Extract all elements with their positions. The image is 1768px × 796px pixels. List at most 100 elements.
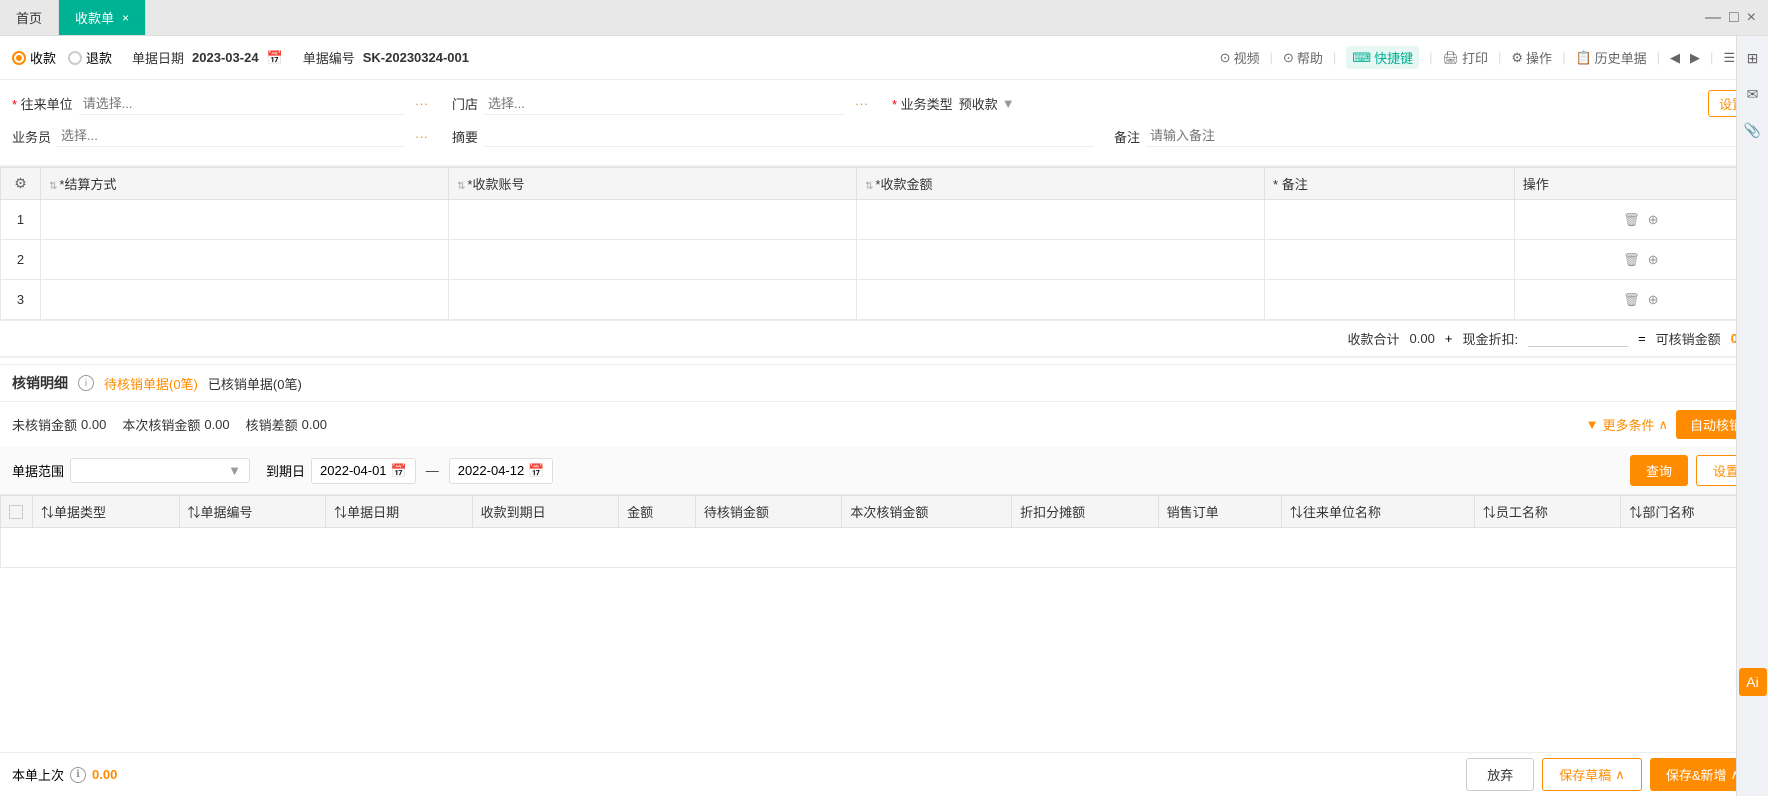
row-2-delete-icon[interactable]: 🗑 bbox=[1623, 252, 1640, 268]
pending-tab[interactable]: 待核销单据(0笔) bbox=[104, 374, 198, 393]
bill-no-field: 单据编号 SK-20230324-001 bbox=[303, 48, 469, 67]
salesperson-more-btn[interactable]: ··· bbox=[411, 129, 432, 144]
row-3-delete-icon[interactable]: 🗑 bbox=[1623, 292, 1640, 308]
salesperson-input[interactable] bbox=[57, 125, 405, 147]
tab-receipt-close[interactable]: × bbox=[122, 11, 129, 25]
window-minimize-btn[interactable]: — bbox=[1705, 9, 1721, 27]
tab-receipt[interactable]: 收款单 × bbox=[59, 0, 146, 35]
history-action[interactable]: 📋 历史单据 bbox=[1575, 48, 1646, 67]
main-container: 收款 退款 单据日期 2023-03-24 📅 单据编号 SK-20230324… bbox=[0, 36, 1768, 796]
counterpart-more-btn[interactable]: ··· bbox=[411, 96, 432, 111]
remark-input[interactable] bbox=[1146, 125, 1756, 147]
footer-info-icon[interactable]: ℹ bbox=[70, 767, 86, 783]
row-3-remark[interactable] bbox=[1265, 280, 1515, 320]
date-separator: — bbox=[426, 463, 439, 478]
salesperson-label: 业务员 bbox=[12, 127, 51, 146]
due-date-start-calendar-icon[interactable]: 📅 bbox=[391, 463, 407, 479]
verification-info-icon[interactable]: i bbox=[78, 375, 94, 391]
row-1-delete-icon[interactable]: 🗑 bbox=[1623, 212, 1640, 228]
summary-input[interactable] bbox=[484, 125, 1094, 147]
counterpart-input[interactable] bbox=[79, 93, 405, 115]
row-3-account[interactable] bbox=[449, 280, 857, 320]
window-maximize-btn[interactable]: □ bbox=[1729, 9, 1739, 27]
summary-label: 摘要 bbox=[452, 127, 478, 146]
bill-range-field: 单据范围 ▼ bbox=[12, 458, 250, 483]
nav-next[interactable]: ▶ bbox=[1690, 50, 1700, 66]
sidebar-attach-icon[interactable]: 📎 bbox=[1739, 116, 1767, 144]
radio-tuikuan[interactable]: 退款 bbox=[68, 48, 112, 67]
video-action[interactable]: ⊙ 视频 bbox=[1220, 48, 1260, 67]
row-3-amount[interactable] bbox=[857, 280, 1265, 320]
col-settings[interactable]: ⚙ bbox=[1, 168, 41, 200]
save-draft-button[interactable]: 保存草稿 ∧ bbox=[1542, 758, 1642, 791]
radio-shoukuan-dot bbox=[12, 51, 26, 65]
receipt-type-radio-group: 收款 退款 bbox=[12, 48, 112, 67]
print-label: 打印 bbox=[1462, 48, 1488, 67]
discount-input[interactable] bbox=[1528, 331, 1628, 347]
table-gear-icon[interactable]: ⚙ bbox=[14, 175, 27, 191]
save-new-label: 保存&新增 bbox=[1666, 765, 1727, 784]
store-input[interactable] bbox=[484, 93, 845, 115]
bill-range-select[interactable]: ▼ bbox=[70, 458, 250, 483]
due-date-start-input[interactable]: 2022-04-01 📅 bbox=[311, 458, 416, 484]
shortcut-action[interactable]: ⌨ 快捷键 bbox=[1346, 46, 1419, 69]
row-1-account[interactable] bbox=[449, 200, 857, 240]
row-3-copy-icon[interactable]: ⊕ bbox=[1648, 292, 1659, 308]
row-2-copy-icon[interactable]: ⊕ bbox=[1648, 252, 1659, 268]
biz-type-select[interactable]: 预收款 ▼ bbox=[959, 94, 1015, 113]
select-all-checkbox[interactable] bbox=[9, 505, 23, 519]
collection-total-value: 0.00 bbox=[1410, 331, 1435, 346]
shortcut-label: 快捷键 bbox=[1374, 48, 1413, 67]
table-wrap: ⚙ ⇅*结算方式 ⇅*收款账号 ⇅*收款金额 * 备注 操作 1 bbox=[0, 166, 1768, 320]
sort-bill-type-icon: ⇅ bbox=[41, 505, 54, 520]
sidebar-active-icon[interactable]: Ai bbox=[1739, 668, 1767, 696]
store-more-btn[interactable]: ··· bbox=[851, 96, 872, 111]
row-1-remark[interactable] bbox=[1265, 200, 1515, 240]
due-date-end-input[interactable]: 2022-04-12 📅 bbox=[449, 458, 554, 484]
row-3-settlement[interactable] bbox=[41, 280, 449, 320]
bill-date-calendar-icon[interactable]: 📅 bbox=[267, 50, 283, 66]
sort-bill-no-icon: ⇅ bbox=[188, 505, 201, 520]
help-icon: ⊙ bbox=[1283, 50, 1294, 66]
sidebar-table-icon[interactable]: ⊞ bbox=[1739, 44, 1767, 72]
row-2-action-btns: 🗑 ⊕ bbox=[1523, 252, 1759, 268]
row-3-num: 3 bbox=[1, 280, 41, 320]
window-close-btn[interactable]: × bbox=[1747, 9, 1756, 27]
row-2-remark[interactable] bbox=[1265, 240, 1515, 280]
row-1-amount[interactable] bbox=[857, 200, 1265, 240]
footer-left: 本单上次 ℹ 0.00 bbox=[12, 765, 117, 784]
bill-date-label: 单据日期 bbox=[132, 48, 184, 67]
layout-list[interactable]: ☰ bbox=[1723, 50, 1735, 66]
bill-range-label: 单据范围 bbox=[12, 461, 64, 480]
col-amount: ⇅*收款金额 bbox=[857, 168, 1265, 200]
nav-prev[interactable]: ◀ bbox=[1670, 50, 1680, 66]
ops-action[interactable]: ⚙ 操作 bbox=[1511, 48, 1552, 67]
col-settlement: ⇅*结算方式 bbox=[41, 168, 449, 200]
tab-home[interactable]: 首页 bbox=[0, 0, 59, 35]
verification-section: 核销明细 i 待核销单据(0笔) 已核销单据(0笔) 未核销金额 0.00 本次… bbox=[0, 364, 1768, 568]
radio-shoukuan[interactable]: 收款 bbox=[12, 48, 56, 67]
row-2-account[interactable] bbox=[449, 240, 857, 280]
row-2-settlement[interactable] bbox=[41, 240, 449, 280]
col-sales-order: 销售订单 bbox=[1158, 496, 1281, 528]
row-1-copy-icon[interactable]: ⊕ bbox=[1648, 212, 1659, 228]
sidebar-mail-icon[interactable]: ✉ bbox=[1739, 80, 1767, 108]
help-action[interactable]: ⊙ 帮助 bbox=[1283, 48, 1323, 67]
footer-order-value: 0.00 bbox=[92, 767, 117, 782]
row-2-amount[interactable] bbox=[857, 240, 1265, 280]
due-date-end-calendar-icon[interactable]: 📅 bbox=[528, 463, 544, 479]
abandon-button[interactable]: 放弃 bbox=[1466, 758, 1534, 791]
col-counterpart: ⇅往来单位名称 bbox=[1281, 496, 1474, 528]
discount-label: 现金折扣: bbox=[1462, 329, 1518, 348]
table-row: 1 🗑 ⊕ bbox=[1, 200, 1768, 240]
row-3-action-btns: 🗑 ⊕ bbox=[1523, 292, 1759, 308]
query-button[interactable]: 查询 bbox=[1630, 455, 1688, 486]
more-conditions-btn[interactable]: ▼ 更多条件 ∧ bbox=[1586, 415, 1668, 434]
col-amount: 金额 bbox=[619, 496, 696, 528]
ops-label: 操作 bbox=[1526, 48, 1552, 67]
due-date-label: 到期日 bbox=[266, 461, 305, 480]
bottom-table: ⇅单据类型 ⇅单据编号 ⇅单据日期 收款到期日 金额 待核销金额 本次核销金额 … bbox=[0, 495, 1768, 568]
done-tab[interactable]: 已核销单据(0笔) bbox=[208, 374, 302, 393]
print-action[interactable]: 🖨 打印 bbox=[1442, 48, 1488, 67]
row-1-settlement[interactable] bbox=[41, 200, 449, 240]
